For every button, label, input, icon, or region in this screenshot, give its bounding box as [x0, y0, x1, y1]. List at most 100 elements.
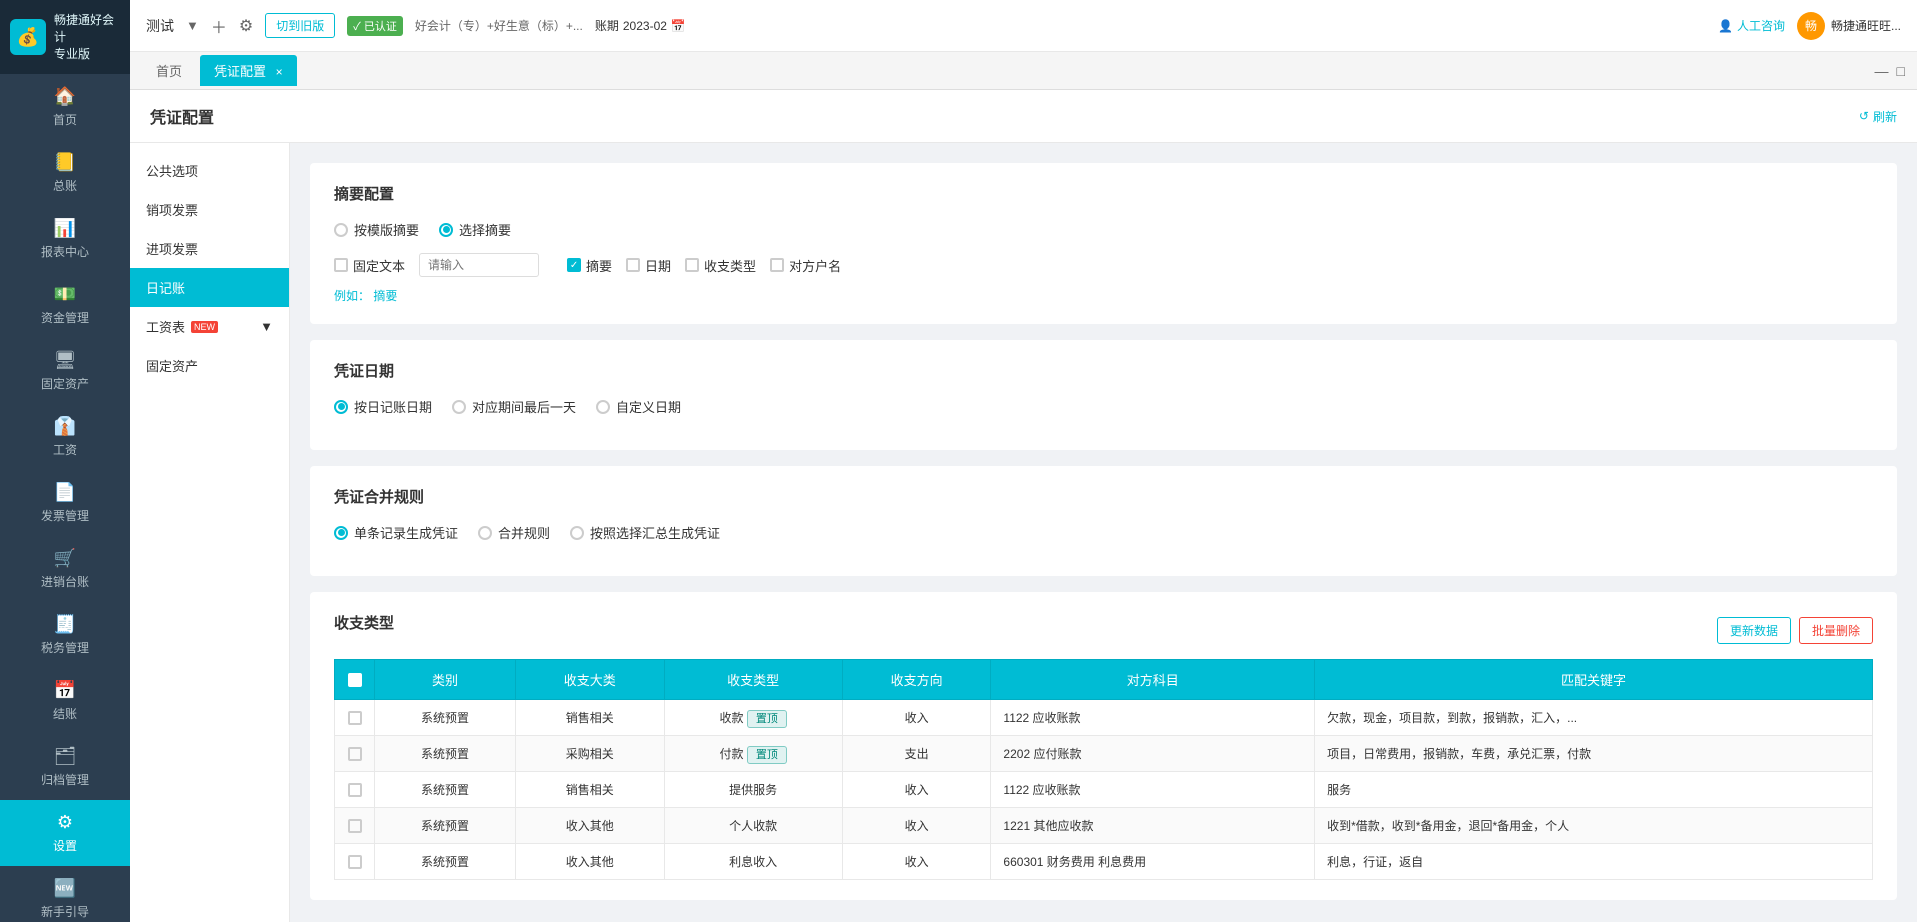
consult-label: 人工咨询 — [1737, 17, 1785, 34]
sidebar-item-purchase[interactable]: 🛒进销台账 — [0, 536, 130, 602]
checkbox-type[interactable]: 收支类型 — [685, 256, 756, 275]
sidebar-item-archive[interactable]: 🗂 归档管理 — [0, 734, 130, 800]
table-header-checkbox[interactable] — [335, 660, 375, 700]
sub-sidebar-item-payroll[interactable]: 工资表NEW▼ — [130, 307, 289, 346]
sidebar-item-home[interactable]: 🏠首页 — [0, 74, 130, 140]
batch-delete-button[interactable]: 批量删除 — [1799, 617, 1873, 644]
radio-template-summary[interactable]: 按模版摘要 — [334, 220, 419, 239]
row-checkbox-4[interactable] — [335, 844, 375, 880]
sidebar-label-home: 首页 — [53, 111, 77, 128]
sidebar-item-close[interactable]: 📅结账 — [0, 668, 130, 734]
topbar-period: 账期 2023-02 📅 — [595, 17, 686, 34]
topbar-settings-icon[interactable]: ⚙ — [239, 16, 253, 36]
row-category-3: 系统预置 — [375, 808, 516, 844]
sidebar-item-salary[interactable]: 👔工资 — [0, 404, 130, 470]
row-major-type-2: 销售相关 — [515, 772, 664, 808]
row-check-2[interactable] — [348, 783, 362, 797]
radio-merge-rules[interactable]: 合并规则 — [478, 523, 550, 542]
row-checkbox-2[interactable] — [335, 772, 375, 808]
row-check-1[interactable] — [348, 747, 362, 761]
row-category-1: 系统预置 — [375, 736, 516, 772]
row-checkbox-1[interactable] — [335, 736, 375, 772]
sidebar-item-invoice_mgmt[interactable]: 📄发票管理 — [0, 470, 130, 536]
assets-icon: 🖥 — [54, 350, 77, 371]
radio-single-label: 单条记录生成凭证 — [354, 523, 458, 542]
main-area: 测试 ▼ ＋ ⚙ 切到旧版 ✓ 已认证 好会计（专）+好生意（标）+... 账期… — [130, 0, 1917, 922]
row-checkbox-3[interactable] — [335, 808, 375, 844]
switch-version-button[interactable]: 切到旧版 — [265, 13, 335, 38]
row-ie-type-4: 利息收入 — [664, 844, 842, 880]
table-col-subject: 对方科目 — [991, 660, 1315, 700]
consult-button[interactable]: 👤 人工咨询 — [1718, 17, 1785, 34]
tag-btn-0[interactable]: 置顶 — [747, 710, 787, 728]
radio-single-circle — [334, 526, 348, 540]
sidebar-item-guide[interactable]: 🆕新手引导 — [0, 866, 130, 922]
sidebar-item-assets[interactable]: 🖥固定资产 — [0, 338, 130, 404]
tab-maximize-icon[interactable]: □ — [1897, 63, 1905, 79]
select-all-checkbox[interactable] — [348, 673, 362, 687]
sidebar-item-funds[interactable]: 💵资金管理 — [0, 272, 130, 338]
radio-custom-date-label: 自定义日期 — [616, 397, 681, 416]
table-col-direction: 收支方向 — [842, 660, 991, 700]
counterparty-checkbox — [770, 258, 784, 272]
row-checkbox-0[interactable] — [335, 700, 375, 736]
sidebar-label-archive: 归档管理 — [41, 771, 89, 788]
fixed-text-input[interactable] — [419, 253, 539, 277]
user-menu[interactable]: 畅 畅捷通旺旺... — [1797, 12, 1901, 40]
sidebar-label-settings: 设置 — [53, 837, 77, 854]
sub-label-public: 公共选项 — [146, 161, 198, 180]
sub-sidebar-item-fixed_assets[interactable]: 固定资产 — [130, 346, 289, 385]
tab-home[interactable]: 首页 — [142, 55, 196, 86]
topbar-add-icon[interactable]: ＋ — [211, 14, 227, 38]
archive-icon: 🗂 — [54, 746, 77, 767]
update-data-button[interactable]: 更新数据 — [1717, 617, 1791, 644]
row-keywords-4: 利息，行证，返自 — [1315, 844, 1873, 880]
calendar-icon[interactable]: 📅 — [671, 19, 686, 33]
tag-btn-1[interactable]: 置顶 — [747, 746, 787, 764]
sub-sidebar-item-sales_invoice[interactable]: 销项发票 — [130, 190, 289, 229]
sub-label-sales_invoice: 销项发票 — [146, 200, 198, 219]
row-ie-type-0: 收款 置顶 — [664, 700, 842, 736]
period-value: 2023-02 — [623, 19, 667, 33]
radio-select-summary[interactable]: 选择摘要 — [439, 220, 511, 239]
row-direction-1: 支出 — [842, 736, 991, 772]
app-logo: 💰 畅捷通好会计 专业版 — [0, 0, 130, 74]
refresh-icon: ↺ — [1859, 109, 1869, 123]
row-check-4[interactable] — [348, 855, 362, 869]
row-check-3[interactable] — [348, 819, 362, 833]
radio-summary-gen[interactable]: 按照选择汇总生成凭证 — [570, 523, 720, 542]
sidebar-item-settings[interactable]: ⚙设置 — [0, 800, 130, 866]
radio-period-last[interactable]: 对应期间最后一天 — [452, 397, 576, 416]
content-body: 公共选项销项发票进项发票日记账工资表NEW▼固定资产 摘要配置 按模版摘要 — [130, 143, 1917, 922]
page-title: 凭证配置 — [150, 104, 214, 128]
sidebar-item-ledger[interactable]: 📒总账 — [0, 140, 130, 206]
radio-template-label: 按模版摘要 — [354, 220, 419, 239]
sub-label-fixed_assets: 固定资产 — [146, 356, 198, 375]
checkbox-summary[interactable]: ✓ 摘要 — [567, 256, 612, 275]
checkbox-fixed-text[interactable]: 固定文本 — [334, 256, 405, 275]
content-area: 凭证配置 ↺ 刷新 公共选项销项发票进项发票日记账工资表NEW▼固定资产 摘要配… — [130, 90, 1917, 922]
table-header-row: 收支类型 更新数据 批量删除 — [334, 612, 1873, 649]
tab-close-icon[interactable]: × — [276, 65, 283, 79]
row-check-0[interactable] — [348, 711, 362, 725]
topbar-dropdown-icon[interactable]: ▼ — [186, 18, 199, 33]
sidebar-item-tax[interactable]: 🧾税务管理 — [0, 602, 130, 668]
refresh-button[interactable]: ↺ 刷新 — [1859, 108, 1897, 125]
sub-sidebar-item-public[interactable]: 公共选项 — [130, 151, 289, 190]
checkbox-counterparty[interactable]: 对方户名 — [770, 256, 841, 275]
row-subject-3: 1221 其他应收款 — [991, 808, 1315, 844]
sidebar-item-reports[interactable]: 📊报表中心 — [0, 206, 130, 272]
sub-sidebar-item-purchase_invoice[interactable]: 进项发票 — [130, 229, 289, 268]
checkbox-date[interactable]: 日期 — [626, 256, 671, 275]
radio-single[interactable]: 单条记录生成凭证 — [334, 523, 458, 542]
sub-sidebar-item-journal[interactable]: 日记账 — [130, 268, 289, 307]
radio-custom-date[interactable]: 自定义日期 — [596, 397, 681, 416]
tab-voucher-config[interactable]: 凭证配置 × — [200, 55, 297, 86]
tab-minimize-icon[interactable]: — — [1875, 63, 1889, 79]
counterparty-label: 对方户名 — [789, 256, 841, 275]
row-major-type-4: 收入其他 — [515, 844, 664, 880]
radio-journal-date[interactable]: 按日记账日期 — [334, 397, 432, 416]
expand-icon-payroll[interactable]: ▼ — [260, 319, 273, 334]
date-checkbox — [626, 258, 640, 272]
row-keywords-2: 服务 — [1315, 772, 1873, 808]
